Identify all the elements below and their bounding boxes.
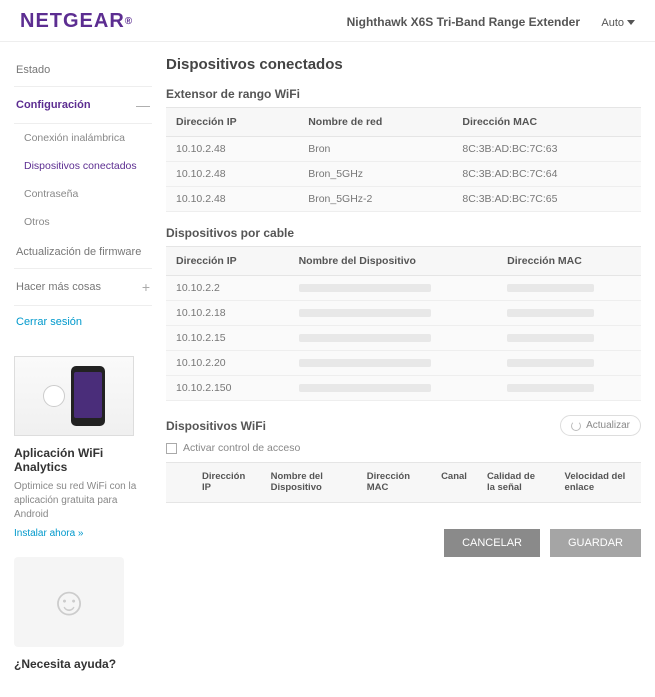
table-header-row: Dirección IP Nombre de red Dirección MAC — [166, 108, 641, 137]
promo-link[interactable]: Instalar ahora » — [14, 528, 84, 539]
redacted — [299, 334, 431, 342]
col-network: Nombre de red — [298, 108, 452, 137]
redacted — [507, 334, 594, 342]
promo-title: Aplicación WiFi Analytics — [14, 446, 152, 474]
col-mac: Dirección MAC — [497, 247, 641, 276]
sidebar: Estado Configuración— Conexión inalámbri… — [14, 54, 152, 677]
sidebar-sub-devices[interactable]: Dispositivos conectados — [14, 152, 152, 180]
sidebar-sub-wireless[interactable]: Conexión inalámbrica — [14, 124, 152, 152]
help-image: ☺ — [14, 557, 124, 647]
redacted — [507, 309, 594, 317]
redacted — [299, 384, 431, 392]
brand-logo: NETGEAR® — [20, 10, 133, 33]
col-ip: Dirección IP — [166, 108, 298, 137]
table-wired: Dirección IP Nombre del Dispositivo Dire… — [166, 246, 641, 401]
redacted — [507, 359, 594, 367]
chevron-down-icon — [627, 20, 635, 25]
access-control-label: Activar control de acceso — [183, 442, 300, 454]
table-row: 10.10.2.20 — [166, 351, 641, 376]
table-row: 10.10.2.18 — [166, 301, 641, 326]
col-ip: Dirección IP — [166, 247, 289, 276]
collapse-icon: — — [136, 97, 150, 113]
section-wired: Dispositivos por cable — [166, 226, 641, 240]
promo-box: Aplicación WiFi Analytics Optimice su re… — [14, 356, 152, 539]
redacted — [299, 284, 431, 292]
plus-icon: + — [142, 279, 150, 295]
header-right: Nighthawk X6S Tri-Band Range Extender Au… — [347, 15, 635, 29]
sidebar-item-status[interactable]: Estado — [14, 54, 152, 87]
main-content: Dispositivos conectados Extensor de rang… — [166, 54, 641, 677]
footer-buttons: CANCELAR GUARDAR — [166, 529, 641, 557]
table-row: 10.10.2.15 — [166, 326, 641, 351]
sidebar-item-more[interactable]: Hacer más cosas+ — [14, 269, 152, 306]
sidebar-sub-otros[interactable]: Otros — [14, 208, 152, 236]
promo-desc: Optimice su red WiFi con la aplicación g… — [14, 480, 152, 522]
redacted — [299, 309, 431, 317]
promo-image — [14, 356, 134, 436]
table-header-row: Dirección IP Nombre del Dispositivo Dire… — [166, 247, 641, 276]
product-name: Nighthawk X6S Tri-Band Range Extender — [347, 15, 580, 29]
table-wifi-dev: Dirección IP Nombre del Dispositivo Dire… — [166, 462, 641, 503]
table-row: 10.10.2.48Bron_5GHz-28C:3B:AD:BC:7C:65 — [166, 187, 641, 212]
redacted — [507, 384, 594, 392]
language-selector[interactable]: Auto — [601, 17, 635, 29]
table-wifi-ext: Dirección IP Nombre de red Dirección MAC… — [166, 107, 641, 212]
col-mac: Dirección MAC — [452, 108, 641, 137]
header: NETGEAR® Nighthawk X6S Tri-Band Range Ex… — [0, 0, 655, 42]
section-wifi-dev: Dispositivos WiFi — [166, 419, 266, 433]
col-devname: Nombre del Dispositivo — [289, 247, 498, 276]
refresh-icon — [571, 421, 581, 431]
table-row: 10.10.2.48Bron8C:3B:AD:BC:7C:63 — [166, 137, 641, 162]
table-row: 10.10.2.2 — [166, 276, 641, 301]
cancel-button[interactable]: CANCELAR — [444, 529, 540, 557]
redacted — [299, 359, 431, 367]
table-row: 10.10.2.48Bron_5GHz8C:3B:AD:BC:7C:64 — [166, 162, 641, 187]
help-title: ¿Necesita ayuda? — [14, 657, 152, 671]
table-row: 10.10.2.150 — [166, 376, 641, 401]
sidebar-item-config[interactable]: Configuración— — [14, 87, 152, 124]
sidebar-sub-password[interactable]: Contraseña — [14, 180, 152, 208]
redacted — [507, 284, 594, 292]
section-wifi-ext: Extensor de rango WiFi — [166, 87, 641, 101]
save-button[interactable]: GUARDAR — [550, 529, 641, 557]
refresh-button[interactable]: Actualizar — [560, 415, 641, 436]
page-title: Dispositivos conectados — [166, 56, 641, 73]
sidebar-item-firmware[interactable]: Actualización de firmware — [14, 236, 152, 269]
access-control-checkbox[interactable] — [166, 443, 177, 454]
table-header-row: Dirección IP Nombre del Dispositivo Dire… — [166, 463, 641, 503]
sidebar-logout[interactable]: Cerrar sesión — [14, 306, 152, 338]
